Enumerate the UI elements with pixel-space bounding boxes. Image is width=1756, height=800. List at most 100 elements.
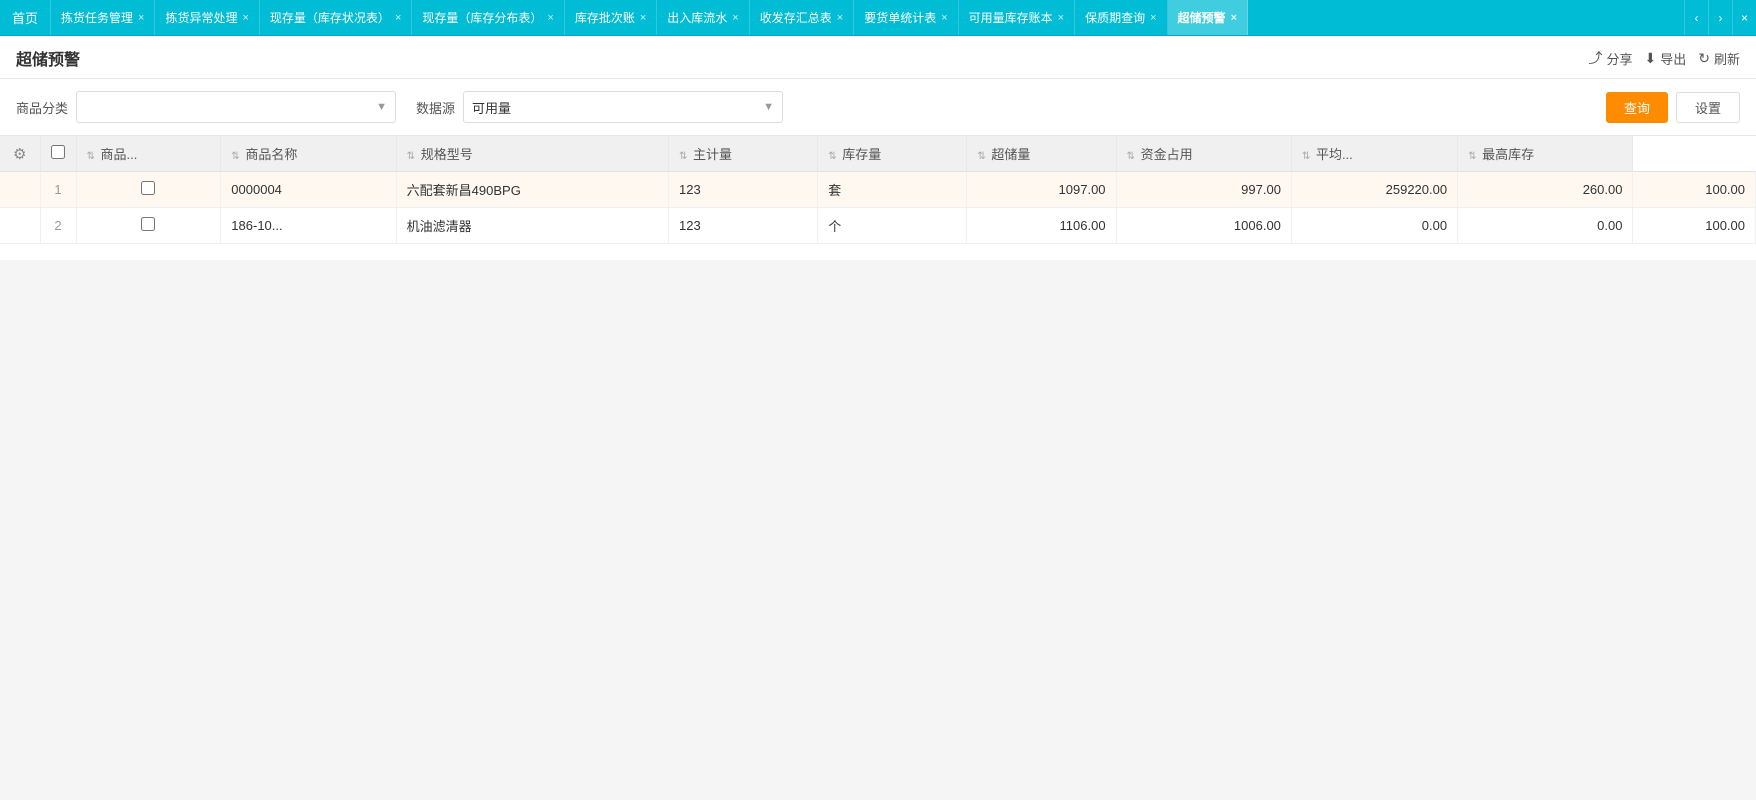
th-unit[interactable]: ⇅ 主计量 [669, 136, 818, 172]
nav-close-4[interactable]: × [547, 12, 553, 24]
row-spec-0: 123 [669, 172, 818, 208]
th-code[interactable]: ⇅ 商品... [76, 136, 221, 172]
export-icon: ⬇ [1645, 50, 1657, 67]
row-checkbox-1 [76, 208, 221, 244]
nav-tab-4[interactable]: 现存量（库存分布表） × [412, 0, 564, 35]
row-select-1[interactable] [141, 217, 155, 231]
nav-close-8[interactable]: × [941, 12, 947, 24]
table-header-row: ⚙ ⇅ 商品... ⇅ 商品名称 ⇅ 规格型号 ⇅ [0, 136, 1756, 172]
nav-tab-9[interactable]: 可用量库存账本 × [959, 0, 1075, 35]
header-actions: ⤴ 分享 ⬇ 导出 ↻ 刷新 [1588, 48, 1740, 68]
nav-tab-2[interactable]: 拣货异常处理 × [155, 0, 259, 35]
nav-tab-7[interactable]: 收发存汇总表 × [750, 0, 854, 35]
datasource-chevron-icon: ▼ [763, 101, 774, 113]
sort-icon-unit: ⇅ [679, 151, 687, 162]
row-name-0: 六配套新昌490BPG [396, 172, 668, 208]
page-header: 超储预警 ⤴ 分享 ⬇ 导出 ↻ 刷新 [0, 36, 1756, 79]
row-spec-1: 123 [669, 208, 818, 244]
nav-close-5[interactable]: × [640, 12, 646, 24]
th-stock[interactable]: ⇅ 库存量 [818, 136, 967, 172]
nav-tab-1[interactable]: 拣货任务管理 × [51, 0, 155, 35]
sort-icon-maxstock: ⇅ [1468, 151, 1476, 162]
row-name-1: 机油滤清器 [396, 208, 668, 244]
sort-icon-name: ⇅ [231, 151, 239, 162]
th-gear: ⚙ [0, 136, 40, 172]
settings-button[interactable]: 设置 [1676, 92, 1740, 123]
category-chevron-icon: ▼ [376, 101, 387, 113]
datasource-label: 数据源 [416, 98, 455, 117]
nav-close-10[interactable]: × [1150, 12, 1156, 24]
nav-close-6[interactable]: × [732, 12, 738, 24]
nav-tab-8[interactable]: 要货单统计表 × [854, 0, 958, 35]
top-nav: 首页 拣货任务管理 × 拣货异常处理 × 现存量（库存状况表） × 现存量（库存… [0, 0, 1756, 36]
row-capital-1: 0.00 [1291, 208, 1457, 244]
row-unit-0: 套 [818, 172, 967, 208]
row-avg-1: 0.00 [1458, 208, 1633, 244]
filter-area: 商品分类 ▼ 数据源 可用量 ▼ 查询 设置 [0, 79, 1756, 136]
refresh-icon: ↻ [1698, 50, 1710, 67]
nav-close-9[interactable]: × [1058, 12, 1064, 24]
category-label: 商品分类 [16, 98, 68, 117]
row-checkbox-0 [76, 172, 221, 208]
row-avg-0: 260.00 [1458, 172, 1633, 208]
table-container: ⚙ ⇅ 商品... ⇅ 商品名称 ⇅ 规格型号 ⇅ [0, 136, 1756, 260]
nav-tab-10[interactable]: 保质期查询 × [1075, 0, 1167, 35]
sort-icon-code: ⇅ [87, 151, 95, 162]
table-row: 2 186-10... 机油滤清器 123 个 1106.00 1006.00 … [0, 208, 1756, 244]
th-name[interactable]: ⇅ 商品名称 [221, 136, 396, 172]
sort-icon-stock: ⇅ [828, 151, 836, 162]
refresh-button[interactable]: ↻ 刷新 [1698, 49, 1740, 68]
datasource-filter: 数据源 可用量 ▼ [416, 91, 783, 123]
row-maxstock-0: 100.00 [1633, 172, 1756, 208]
sort-icon-avg: ⇅ [1302, 151, 1310, 162]
select-all-checkbox[interactable] [51, 145, 65, 159]
nav-tab-6[interactable]: 出入库流水 × [657, 0, 749, 35]
row-maxstock-1: 100.00 [1633, 208, 1756, 244]
th-spec[interactable]: ⇅ 规格型号 [396, 136, 668, 172]
row-overstock-1: 1006.00 [1116, 208, 1291, 244]
nav-close-3[interactable]: × [395, 12, 401, 24]
page-title: 超储预警 [16, 46, 80, 70]
nav-close-11[interactable]: × [1231, 12, 1237, 24]
row-stock-0: 1097.00 [967, 172, 1116, 208]
nav-close-1[interactable]: × [138, 12, 144, 24]
th-avg[interactable]: ⇅ 平均... [1291, 136, 1457, 172]
row-capital-0: 259220.00 [1291, 172, 1457, 208]
row-num-1: 2 [40, 208, 76, 244]
row-num-0: 1 [40, 172, 76, 208]
query-button[interactable]: 查询 [1606, 92, 1668, 123]
row-unit-1: 个 [818, 208, 967, 244]
row-select-0[interactable] [141, 181, 155, 195]
datasource-select-value: 可用量 [472, 98, 511, 117]
nav-tab-5[interactable]: 库存批次账 × [565, 0, 657, 35]
row-code-0: 0000004 [221, 172, 396, 208]
sort-icon-capital: ⇅ [1127, 151, 1135, 162]
sort-icon-spec: ⇅ [407, 151, 415, 162]
category-filter: 商品分类 ▼ [16, 91, 396, 123]
row-stock-1: 1106.00 [967, 208, 1116, 244]
row-code-1: 186-10... [221, 208, 396, 244]
th-overstock[interactable]: ⇅ 超储量 [967, 136, 1116, 172]
nav-next-arrow[interactable]: › [1708, 0, 1732, 35]
nav-home[interactable]: 首页 [0, 0, 51, 35]
nav-close-2[interactable]: × [242, 12, 248, 24]
sort-icon-overstock: ⇅ [977, 151, 985, 162]
nav-more-arrow[interactable]: × [1732, 0, 1756, 35]
export-button[interactable]: ⬇ 导出 [1645, 49, 1687, 68]
row-overstock-0: 997.00 [1116, 172, 1291, 208]
nav-prev-arrow[interactable]: ‹ [1684, 0, 1708, 35]
nav-close-7[interactable]: × [837, 12, 843, 24]
datasource-select[interactable]: 可用量 ▼ [463, 91, 783, 123]
share-button[interactable]: ⤴ 分享 [1588, 48, 1632, 68]
data-table: ⚙ ⇅ 商品... ⇅ 商品名称 ⇅ 规格型号 ⇅ [0, 136, 1756, 244]
nav-tab-11[interactable]: 超储预警 × [1168, 0, 1248, 35]
nav-tab-3[interactable]: 现存量（库存状况表） × [260, 0, 412, 35]
th-checkbox [40, 136, 76, 172]
share-icon: ⤴ [1588, 48, 1602, 68]
th-capital[interactable]: ⇅ 资金占用 [1116, 136, 1291, 172]
category-select[interactable]: ▼ [76, 91, 396, 123]
th-maxstock[interactable]: ⇅ 最高库存 [1458, 136, 1633, 172]
filter-actions: 查询 设置 [1606, 92, 1740, 123]
gear-icon[interactable]: ⚙ [13, 146, 26, 163]
table-body: 1 0000004 六配套新昌490BPG 123 套 1097.00 997.… [0, 172, 1756, 244]
